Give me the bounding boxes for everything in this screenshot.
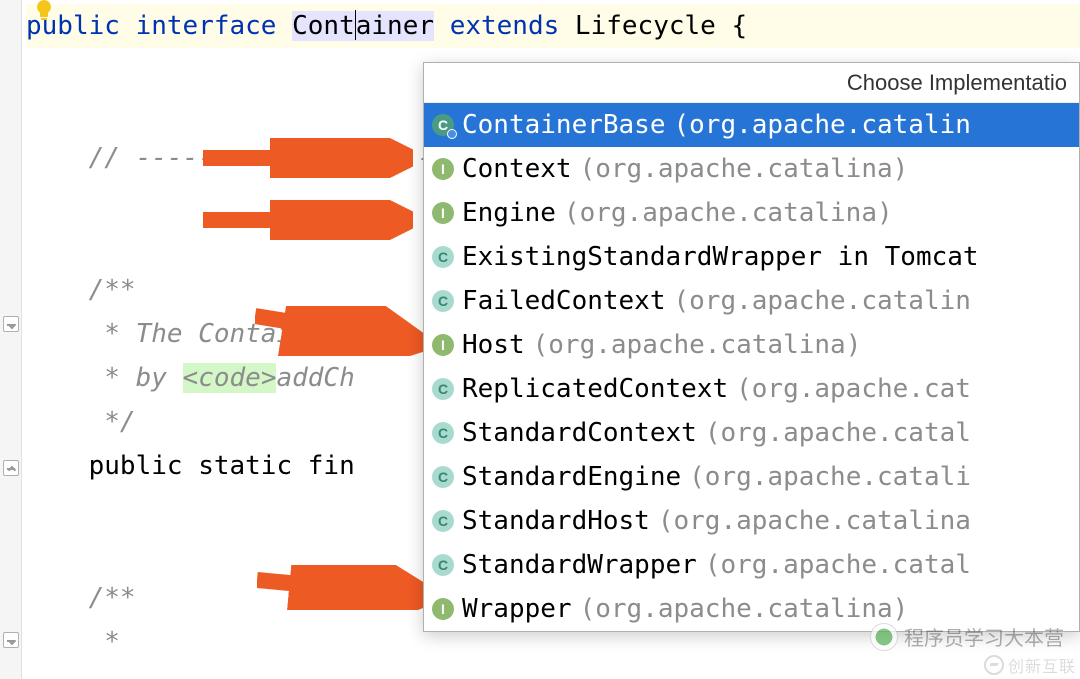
item-name: StandardHost [462, 506, 650, 536]
identifier: Container [292, 11, 434, 41]
class-icon: C [432, 422, 454, 444]
popup-item[interactable]: I Host (org.apache.catalina) [424, 323, 1079, 367]
popup-item[interactable]: I Context (org.apache.catalina) [424, 147, 1079, 191]
keyword: interface [136, 11, 277, 41]
popup-list: C ContainerBase (org.apache.catalin I Conte… [424, 103, 1079, 631]
annotation-arrow [257, 565, 432, 610]
popup-title: Choose Implementatio [424, 63, 1079, 103]
javadoc-close: */ [89, 407, 136, 437]
brand-watermark: 创新互联 [984, 653, 1076, 677]
identifier: Lifecycle [575, 11, 716, 41]
javadoc-open: /** [89, 275, 136, 305]
class-icon: C [432, 290, 454, 312]
interface-icon: I [432, 334, 454, 356]
item-package: (org.apache.catalina [658, 506, 971, 536]
item-package: (org.apache.catal [705, 418, 971, 448]
popup-item[interactable]: C ContainerBase (org.apache.catalin [424, 103, 1079, 147]
text: addCh [276, 363, 354, 393]
popup-item[interactable]: C StandardWrapper (org.apache.catal [424, 543, 1079, 587]
class-icon: C [432, 378, 454, 400]
item-name: StandardWrapper [462, 550, 697, 580]
class-icon: C [432, 114, 454, 136]
item-name: Host [462, 330, 525, 360]
watermark: 程序员学习大本营 [870, 622, 1064, 651]
override-mark-icon [447, 129, 457, 139]
item-package: (org.apache.catalin [674, 110, 971, 140]
item-name: FailedContext [462, 286, 666, 316]
item-name: Engine [462, 198, 556, 228]
popup-item[interactable]: C FailedContext (org.apache.catalin [424, 279, 1079, 323]
popup-item[interactable]: C StandardContext (org.apache.catal [424, 411, 1079, 455]
interface-icon: I [432, 202, 454, 224]
code-line[interactable]: public interface Container extends Lifec… [26, 4, 1080, 48]
class-icon: C [432, 510, 454, 532]
item-name: ContainerBase [462, 110, 666, 140]
item-package: (org.apache.catalina) [580, 154, 909, 184]
item-package: (org.apache.catali [689, 462, 971, 492]
item-package: (org.apache.cat [736, 374, 971, 404]
text: ainer [356, 11, 434, 41]
annotation-arrow [255, 306, 425, 356]
item-package: (org.apache.catalin [674, 286, 971, 316]
item-name: StandardEngine [462, 462, 681, 492]
keyword: extends [450, 11, 560, 41]
annotation-arrow [203, 200, 413, 240]
brace: { [716, 11, 747, 41]
item-name: StandardContext [462, 418, 697, 448]
item-name: Context [462, 154, 572, 184]
interface-icon: I [432, 598, 454, 620]
item-package: (org.apache.catal [705, 550, 971, 580]
item-package: (org.apache.catalina) [580, 594, 909, 624]
text: Cont [292, 11, 355, 41]
choose-implementation-popup: Choose Implementatio C ContainerBase (org… [423, 62, 1080, 632]
item-package: (org.apache.catalina) [533, 330, 862, 360]
text: * by [89, 363, 183, 393]
javadoc-line: * by <code>addCh [89, 363, 355, 393]
code-tag: <code> [183, 363, 277, 393]
popup-item[interactable]: C ExistingStandardWrapper in Tomcat [424, 235, 1079, 279]
class-icon: C [432, 554, 454, 576]
text-cursor [355, 10, 356, 40]
watermark-logo-icon [870, 623, 898, 651]
javadoc-open: /** [89, 583, 136, 613]
brand-logo-icon [984, 655, 1004, 675]
class-icon: C [432, 246, 454, 268]
popup-item[interactable]: C ReplicatedContext (org.apache.cat [424, 367, 1079, 411]
item-name: Wrapper [462, 594, 572, 624]
item-package: (org.apache.catalina) [564, 198, 893, 228]
popup-item[interactable]: C StandardEngine (org.apache.catali [424, 455, 1079, 499]
lightbulb-icon[interactable] [32, 0, 56, 22]
popup-item[interactable]: C StandardHost (org.apache.catalina [424, 499, 1079, 543]
watermark-text: 程序员学习大本营 [904, 622, 1064, 651]
popup-item[interactable]: I Engine (org.apache.catalina) [424, 191, 1079, 235]
item-name: ReplicatedContext [462, 374, 728, 404]
class-icon: C [432, 466, 454, 488]
interface-icon: I [432, 158, 454, 180]
brand-text: 创新互联 [1008, 653, 1076, 677]
code: public static fin [89, 451, 355, 481]
asterisk: * [104, 627, 120, 657]
item-name: ExistingStandardWrapper in Tomcat [462, 242, 979, 272]
annotation-arrow [203, 138, 413, 178]
